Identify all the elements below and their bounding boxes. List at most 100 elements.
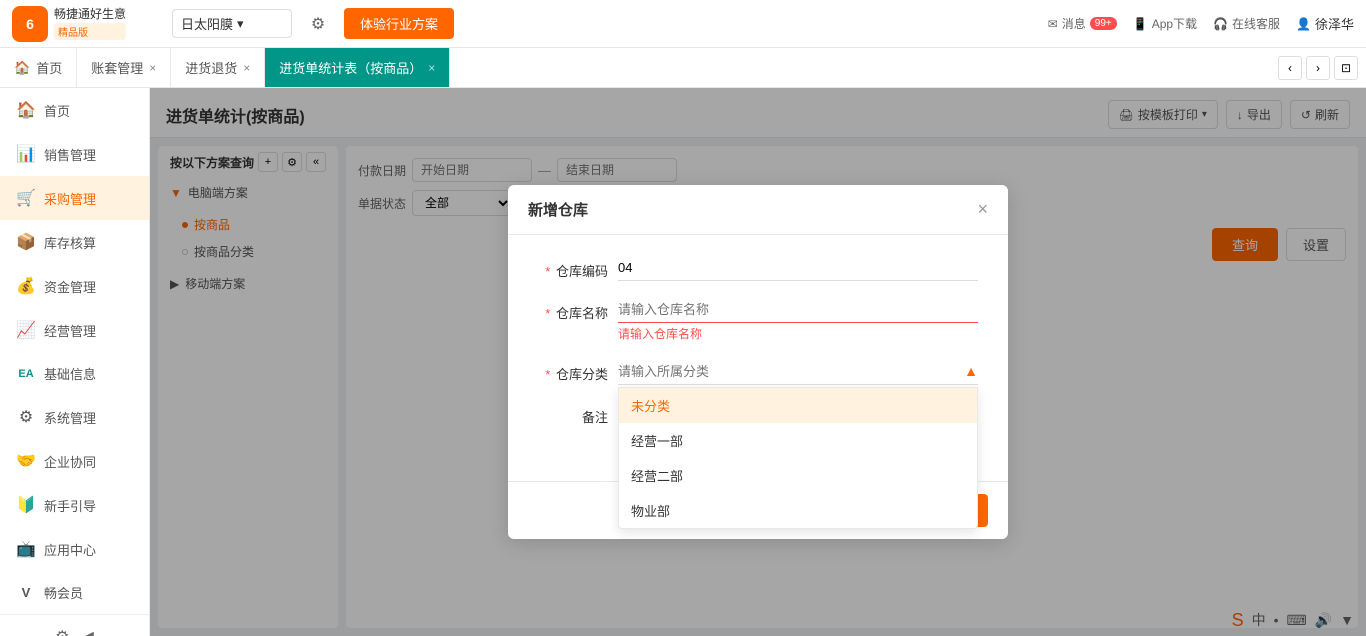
code-input-wrap bbox=[618, 255, 978, 281]
message-badge: 99+ bbox=[1090, 17, 1117, 30]
code-input[interactable] bbox=[618, 255, 978, 281]
sidebar-item-basic-info[interactable]: EA 基础信息 bbox=[0, 352, 149, 395]
category-input[interactable] bbox=[618, 364, 964, 379]
category-dropdown-list: 未分类 经营一部 经营二部 物业部 bbox=[618, 387, 978, 529]
header-right: ✉ 消息 99+ 📱 App下载 🎧 在线客服 👤 徐泽华 bbox=[1048, 14, 1354, 33]
basic-info-icon: EA bbox=[16, 368, 36, 380]
member-icon: V bbox=[16, 585, 36, 600]
sidebar-label-guide: 新手引导 bbox=[44, 496, 96, 515]
sidebar-label-member: 畅会员 bbox=[44, 583, 83, 602]
add-warehouse-modal: 新增仓库 × * 仓库编码 bbox=[508, 185, 1008, 539]
category-select-input[interactable]: ▲ bbox=[618, 358, 978, 385]
code-form-row: * 仓库编码 bbox=[538, 255, 978, 281]
account-tab-label: 账套管理 bbox=[91, 58, 143, 77]
category-caret-icon[interactable]: ▲ bbox=[964, 363, 978, 379]
category-input-wrap: ▲ 未分类 经营一部 经营二部 物业部 bbox=[618, 358, 978, 385]
sidebar-item-sales[interactable]: 📊 销售管理 bbox=[0, 132, 149, 176]
dropdown-item-dept1[interactable]: 经营一部 bbox=[619, 423, 977, 458]
finance-icon: 💰 bbox=[16, 276, 36, 296]
inventory-icon: 📦 bbox=[16, 232, 36, 252]
tab-home[interactable]: 🏠 首页 bbox=[0, 48, 77, 87]
guide-icon: 🔰 bbox=[16, 495, 36, 515]
modal-header: 新增仓库 × bbox=[508, 185, 1008, 235]
sales-icon: 📊 bbox=[16, 144, 36, 164]
system-icon: ⚙ bbox=[16, 407, 36, 427]
sidebar-item-app-center[interactable]: 📺 应用中心 bbox=[0, 527, 149, 571]
sidebar-label-app-center: 应用中心 bbox=[44, 540, 96, 559]
online-service-label: 在线客服 bbox=[1232, 15, 1280, 32]
purchase-stats-tab-label: 进货单统计表（按商品） bbox=[279, 58, 422, 77]
category-form-row: * 仓库分类 ▲ 未分类 经营一部 经营二部 bbox=[538, 358, 978, 385]
purchase-return-tab-label: 进货退货 bbox=[185, 58, 237, 77]
sidebar-item-inventory[interactable]: 📦 库存核算 bbox=[0, 220, 149, 264]
name-required-star: * bbox=[545, 306, 550, 321]
operations-icon: 📈 bbox=[16, 320, 36, 340]
code-field-label: * 仓库编码 bbox=[538, 255, 618, 280]
purchase-icon: 🛒 bbox=[16, 188, 36, 208]
nav-expand-button[interactable]: ⊡ bbox=[1334, 56, 1358, 80]
modal-close-button[interactable]: × bbox=[977, 199, 988, 220]
sidebar-item-operations[interactable]: 📈 经营管理 bbox=[0, 308, 149, 352]
user-avatar-icon: 👤 bbox=[1296, 17, 1311, 31]
sidebar-item-member[interactable]: V 畅会员 bbox=[0, 571, 149, 614]
logo-text: 畅捷通好生意 bbox=[54, 7, 126, 23]
purchase-return-tab-close[interactable]: × bbox=[243, 61, 250, 75]
sidebar-label-finance: 资金管理 bbox=[44, 277, 96, 296]
sidebar-settings-icon[interactable]: ⚙ bbox=[55, 627, 69, 636]
tab-purchase-stats[interactable]: 进货单统计表（按商品） × bbox=[265, 48, 450, 87]
online-service-button[interactable]: 🎧 在线客服 bbox=[1213, 15, 1280, 32]
modal-overlay: 新增仓库 × * 仓库编码 bbox=[150, 88, 1366, 636]
sidebar-item-finance[interactable]: 💰 资金管理 bbox=[0, 264, 149, 308]
enterprise-icon: 🤝 bbox=[16, 451, 36, 471]
app-download-button[interactable]: 📱 App下载 bbox=[1133, 15, 1197, 32]
sidebar-item-home[interactable]: 🏠 首页 bbox=[0, 88, 149, 132]
code-required-star: * bbox=[545, 264, 550, 279]
user-area[interactable]: 👤 徐泽华 bbox=[1296, 14, 1354, 33]
home-tab-icon: 🏠 bbox=[14, 60, 30, 76]
name-error-msg: 请输入仓库名称 bbox=[618, 325, 978, 342]
headset-icon: 🎧 bbox=[1213, 17, 1228, 31]
sidebar-label-operations: 经营管理 bbox=[44, 321, 96, 340]
sidebar-item-enterprise[interactable]: 🤝 企业协同 bbox=[0, 439, 149, 483]
sidebar-label-enterprise: 企业协同 bbox=[44, 452, 96, 471]
sidebar-item-purchase[interactable]: 🛒 采购管理 bbox=[0, 176, 149, 220]
settings-icon-button[interactable]: ⚙ bbox=[302, 8, 334, 40]
sidebar-label-system: 系统管理 bbox=[44, 408, 96, 427]
nav-tabs: 🏠 首页 账套管理 × 进货退货 × 进货单统计表（按商品） × ‹ › ⊡ bbox=[0, 48, 1366, 88]
message-label: 消息 bbox=[1062, 15, 1086, 32]
dropdown-item-dept2[interactable]: 经营二部 bbox=[619, 458, 977, 493]
phone-icon: 📱 bbox=[1133, 17, 1148, 31]
sidebar-label-basic-info: 基础信息 bbox=[44, 364, 96, 383]
store-selector[interactable]: 日太阳膜 ▾ bbox=[172, 9, 292, 38]
tab-purchase-return[interactable]: 进货退货 × bbox=[171, 48, 265, 87]
sidebar-bottom: ⚙ ◀ bbox=[0, 614, 149, 636]
sidebar-label-inventory: 库存核算 bbox=[44, 233, 96, 252]
tab-account[interactable]: 账套管理 × bbox=[77, 48, 171, 87]
home-tab-label: 首页 bbox=[36, 58, 62, 77]
purchase-stats-tab-close[interactable]: × bbox=[428, 61, 435, 75]
app-download-label: App下载 bbox=[1152, 15, 1197, 32]
app-center-icon: 📺 bbox=[16, 539, 36, 559]
dropdown-item-unclassified[interactable]: 未分类 bbox=[619, 388, 977, 423]
sidebar-collapse-icon[interactable]: ◀ bbox=[82, 627, 94, 636]
nav-prev-button[interactable]: ‹ bbox=[1278, 56, 1302, 80]
dropdown-item-property[interactable]: 物业部 bbox=[619, 493, 977, 528]
modal-body: * 仓库编码 * 仓库名称 bbox=[508, 235, 1008, 481]
content-area: 进货单统计(按商品) 🖨 按模板打印 ▾ ↓ 导出 ↺ 刷新 bbox=[150, 88, 1366, 636]
sidebar-label-home: 首页 bbox=[44, 101, 70, 120]
logo-icon: 6 bbox=[12, 6, 48, 42]
top-header: 6 畅捷通好生意 精品版 日太阳膜 ▾ ⚙ 体验行业方案 ✉ 消息 99+ 📱 … bbox=[0, 0, 1366, 48]
message-button[interactable]: ✉ 消息 99+ bbox=[1048, 15, 1117, 32]
nav-next-button[interactable]: › bbox=[1306, 56, 1330, 80]
experience-button[interactable]: 体验行业方案 bbox=[344, 8, 454, 39]
logo-badge: 精品版 bbox=[54, 23, 126, 40]
sidebar-label-sales: 销售管理 bbox=[44, 145, 96, 164]
sidebar-item-system[interactable]: ⚙ 系统管理 bbox=[0, 395, 149, 439]
name-form-row: * 仓库名称 请输入仓库名称 bbox=[538, 297, 978, 342]
remark-field-label: 备注 bbox=[538, 401, 618, 426]
message-icon: ✉ bbox=[1048, 17, 1058, 31]
sidebar-item-guide[interactable]: 🔰 新手引导 bbox=[0, 483, 149, 527]
account-tab-close[interactable]: × bbox=[149, 61, 156, 75]
home-icon: 🏠 bbox=[16, 100, 36, 120]
name-input[interactable] bbox=[618, 297, 978, 323]
